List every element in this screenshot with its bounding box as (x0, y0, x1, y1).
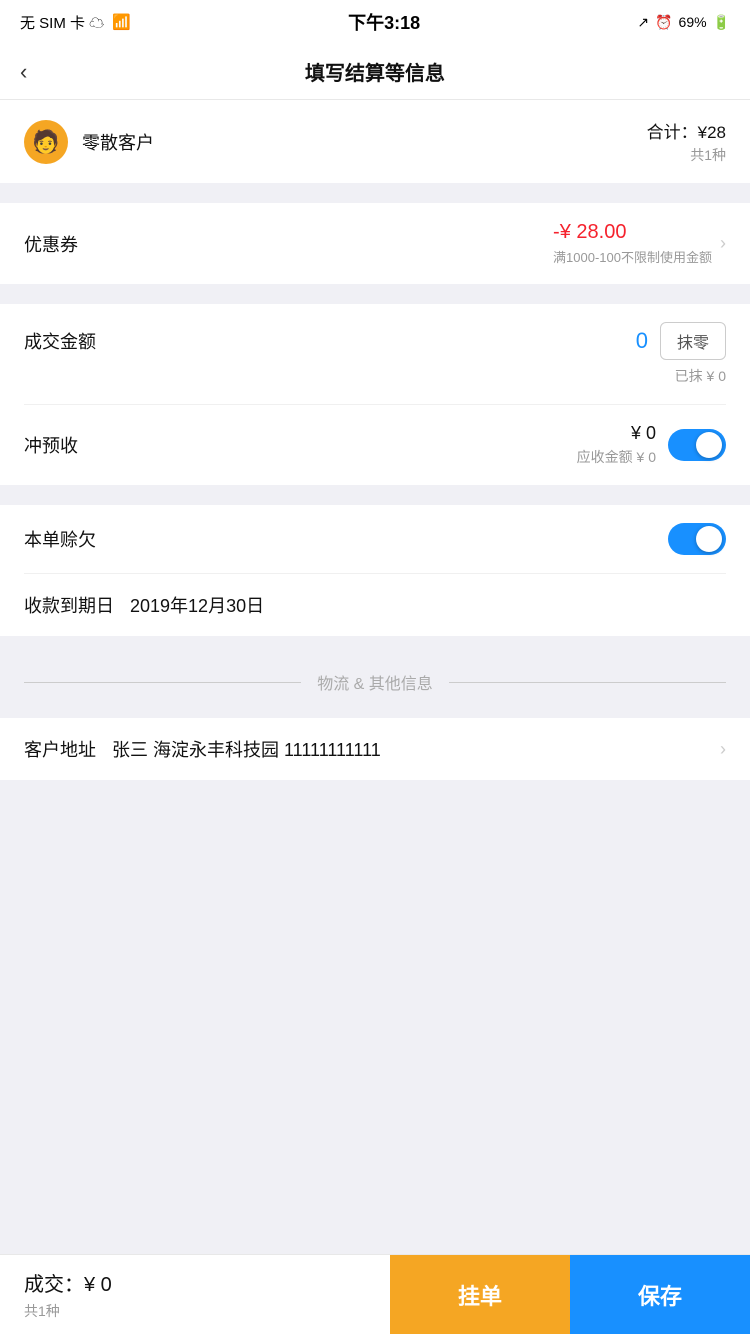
duedate-section: 收款到期日 2019年12月30日 (0, 574, 750, 636)
amount-right: 0 抹零 (636, 322, 726, 360)
toggle-knob (696, 432, 722, 458)
hang-order-button[interactable]: 挂单 (390, 1255, 570, 1334)
status-left: 无 SIM 卡 ☁ 📶 (20, 12, 131, 33)
customer-count: 共1种 (647, 145, 726, 165)
debt-row: 本单赊欠 (24, 523, 726, 555)
logistics-line-left (24, 682, 301, 683)
customer-name: 零散客户 (82, 129, 154, 155)
coupon-description: 满1000-100不限制使用金额 (553, 247, 712, 266)
coupon-right: -¥ 28.00 满1000-100不限制使用金额 › (553, 221, 726, 266)
status-bar: 无 SIM 卡 ☁ 📶 下午3:18 ↗ ⏰ 69% 🔋 (0, 0, 750, 44)
nav-bar: ‹ 填写结算等信息 (0, 44, 750, 100)
advance-section: 冲预收 ¥ 0 应收金额 ¥ 0 (0, 405, 750, 485)
wifi-icon: 📶 (112, 13, 131, 31)
advance-row: 冲预收 ¥ 0 应收金额 ¥ 0 (24, 423, 726, 467)
battery-level: 69% (679, 14, 707, 30)
advance-label: 冲预收 (24, 432, 78, 458)
avatar: 🧑 (24, 120, 68, 164)
coupon-row[interactable]: 优惠券 -¥ 28.00 满1000-100不限制使用金额 › (0, 203, 750, 284)
chevron-right-icon: › (720, 233, 726, 254)
customer-right: 合计：¥28 共1种 (647, 118, 726, 165)
alarm-icon: ⏰ (655, 14, 672, 31)
logistics-line-right (449, 682, 726, 683)
address-inner-row: 客户地址 张三 海淀永丰科技园 11111111111 › (24, 736, 726, 762)
advance-sub: 应收金额 ¥ 0 (577, 447, 656, 467)
advance-right: ¥ 0 应收金额 ¥ 0 (577, 423, 726, 467)
bottom-info: 成交：¥ 0 共1种 (0, 1255, 390, 1334)
bottom-deal-prefix: 成交： (24, 1274, 84, 1296)
address-chevron-icon: › (720, 739, 726, 760)
sim-label: 无 SIM 卡 ☁ (20, 12, 104, 33)
coupon-label: 优惠券 (24, 231, 78, 257)
battery-icon: 🔋 (713, 14, 730, 31)
bottom-deal-amount: ¥ 0 (84, 1274, 112, 1296)
save-button[interactable]: 保存 (570, 1255, 750, 1334)
amount-value: 0 (636, 328, 648, 354)
debt-toggle[interactable] (668, 523, 726, 555)
duedate-label: 收款到期日 (24, 592, 114, 618)
customer-left: 🧑 零散客户 (24, 120, 154, 164)
customer-row: 🧑 零散客户 合计：¥28 共1种 (0, 100, 750, 183)
address-label: 客户地址 (24, 736, 96, 762)
bottom-deal: 成交：¥ 0 (24, 1268, 366, 1297)
amount-sub: 已抹 ¥ 0 (24, 366, 726, 386)
debt-section: 本单赊欠 (0, 505, 750, 573)
coupon-amount: -¥ 28.00 (553, 221, 712, 244)
address-row[interactable]: 客户地址 张三 海淀永丰科技园 11111111111 › (0, 718, 750, 780)
amount-row: 成交金额 0 抹零 (24, 322, 726, 360)
section-divider-2 (0, 294, 750, 304)
logistics-text: 物流 & 其他信息 (317, 670, 433, 694)
round-zero-button[interactable]: 抹零 (660, 322, 726, 360)
duedate-row: 收款到期日 2019年12月30日 (24, 592, 726, 618)
bottom-bar: 成交：¥ 0 共1种 挂单 保存 (0, 1254, 750, 1334)
page-title: 填写结算等信息 (305, 57, 445, 86)
amount-section: 成交金额 0 抹零 已抹 ¥ 0 (0, 304, 750, 404)
amount-label: 成交金额 (24, 328, 96, 354)
advance-main: ¥ 0 (577, 423, 656, 444)
debt-label: 本单赊欠 (24, 526, 96, 552)
section-divider-4 (0, 646, 750, 656)
logistics-section: 物流 & 其他信息 (0, 656, 750, 708)
debt-toggle-knob (696, 526, 722, 552)
advance-amounts: ¥ 0 应收金额 ¥ 0 (577, 423, 656, 467)
section-divider-3 (0, 495, 750, 505)
status-time: 下午3:18 (348, 9, 420, 35)
customer-total: 合计：¥28 (647, 118, 726, 143)
address-value: 张三 海淀永丰科技园 11111111111 (112, 736, 381, 762)
status-right: ↗ ⏰ 69% 🔋 (637, 14, 730, 31)
back-button[interactable]: ‹ (20, 59, 27, 85)
section-divider-1 (0, 193, 750, 203)
address-left: 客户地址 张三 海淀永丰科技园 11111111111 (24, 736, 381, 762)
page-spacer (0, 790, 750, 1010)
location-icon: ↗ (637, 14, 649, 31)
duedate-value: 2019年12月30日 (130, 592, 264, 618)
bottom-count: 共1种 (24, 1301, 366, 1321)
advance-toggle[interactable] (668, 429, 726, 461)
